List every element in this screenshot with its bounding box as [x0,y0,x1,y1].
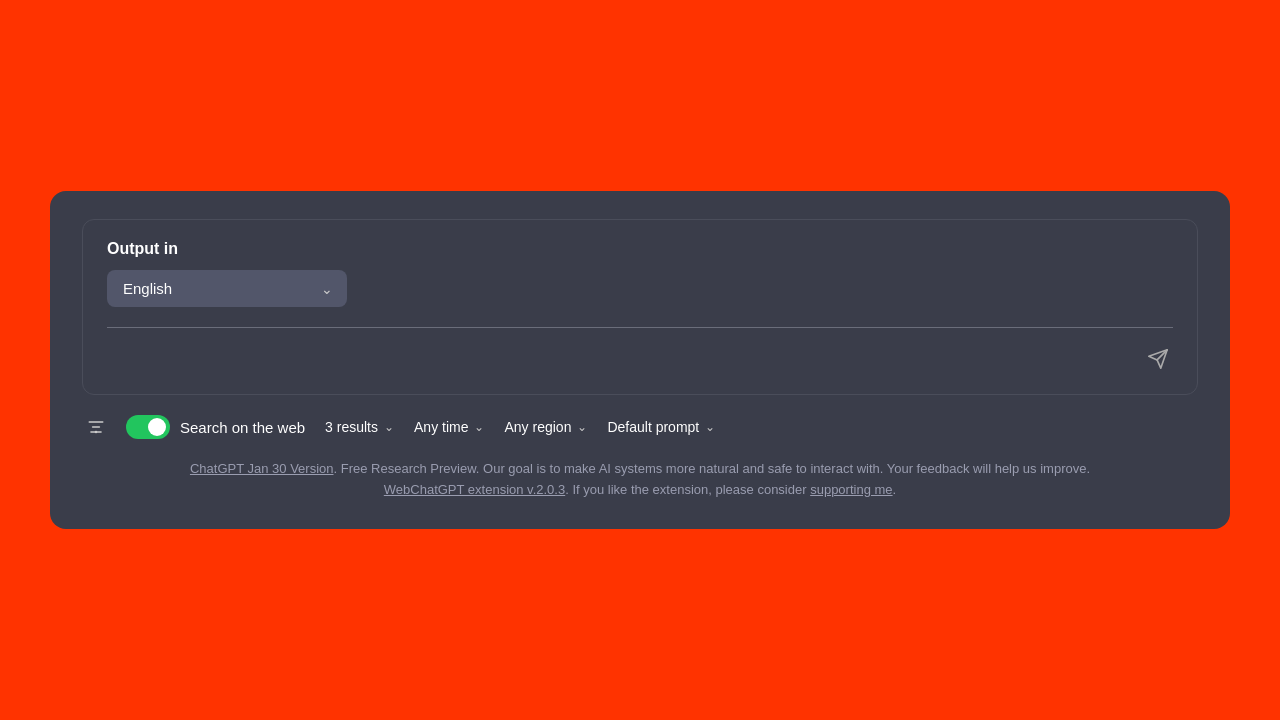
section-divider [107,327,1173,328]
results-chevron-icon: ⌄ [384,420,394,434]
prompt-label: Default prompt [607,419,699,435]
chatgpt-version-link[interactable]: ChatGPT Jan 30 Version [190,461,334,476]
time-label: Any time [414,419,468,435]
footer-text-3: . If you like the extension, please cons… [565,482,810,497]
output-label: Output in [107,240,1173,258]
language-select[interactable]: English Spanish French German Chinese Ja… [107,270,347,307]
support-link[interactable]: supporting me [810,482,892,497]
footer: ChatGPT Jan 30 Version. Free Research Pr… [82,459,1198,501]
footer-text-4: . [893,482,897,497]
footer-content: ChatGPT Jan 30 Version. Free Research Pr… [190,461,1090,476]
filter-button[interactable] [86,417,106,437]
send-button[interactable] [1143,344,1173,374]
search-toggle-label: Search on the web [180,419,305,436]
language-select-wrapper: English Spanish French German Chinese Ja… [107,270,347,307]
output-section: Output in English Spanish French German … [82,219,1198,395]
footer-text-1: . Free Research Preview. Our goal is to … [334,461,1091,476]
region-label: Any region [504,419,571,435]
region-dropdown[interactable]: Any region ⌄ [504,419,587,435]
toolbar: Search on the web 3 results ⌄ Any time ⌄… [82,415,1198,439]
footer-line2: WebChatGPT extension v.2.0.3. If you lik… [384,482,896,497]
results-label: 3 results [325,419,378,435]
prompt-dropdown[interactable]: Default prompt ⌄ [607,419,715,435]
send-icon [1147,348,1169,370]
results-dropdown[interactable]: 3 results ⌄ [325,419,394,435]
time-chevron-icon: ⌄ [474,420,484,434]
time-dropdown[interactable]: Any time ⌄ [414,419,484,435]
search-toggle-group: Search on the web [126,415,305,439]
send-row [107,344,1173,374]
toggle-track [126,415,170,439]
prompt-chevron-icon: ⌄ [705,420,715,434]
toggle-knob [148,418,166,436]
search-toggle[interactable] [126,415,170,439]
extension-link[interactable]: WebChatGPT extension v.2.0.3 [384,482,565,497]
main-card: Output in English Spanish French German … [50,191,1230,529]
filter-icon [86,417,106,437]
region-chevron-icon: ⌄ [577,420,587,434]
